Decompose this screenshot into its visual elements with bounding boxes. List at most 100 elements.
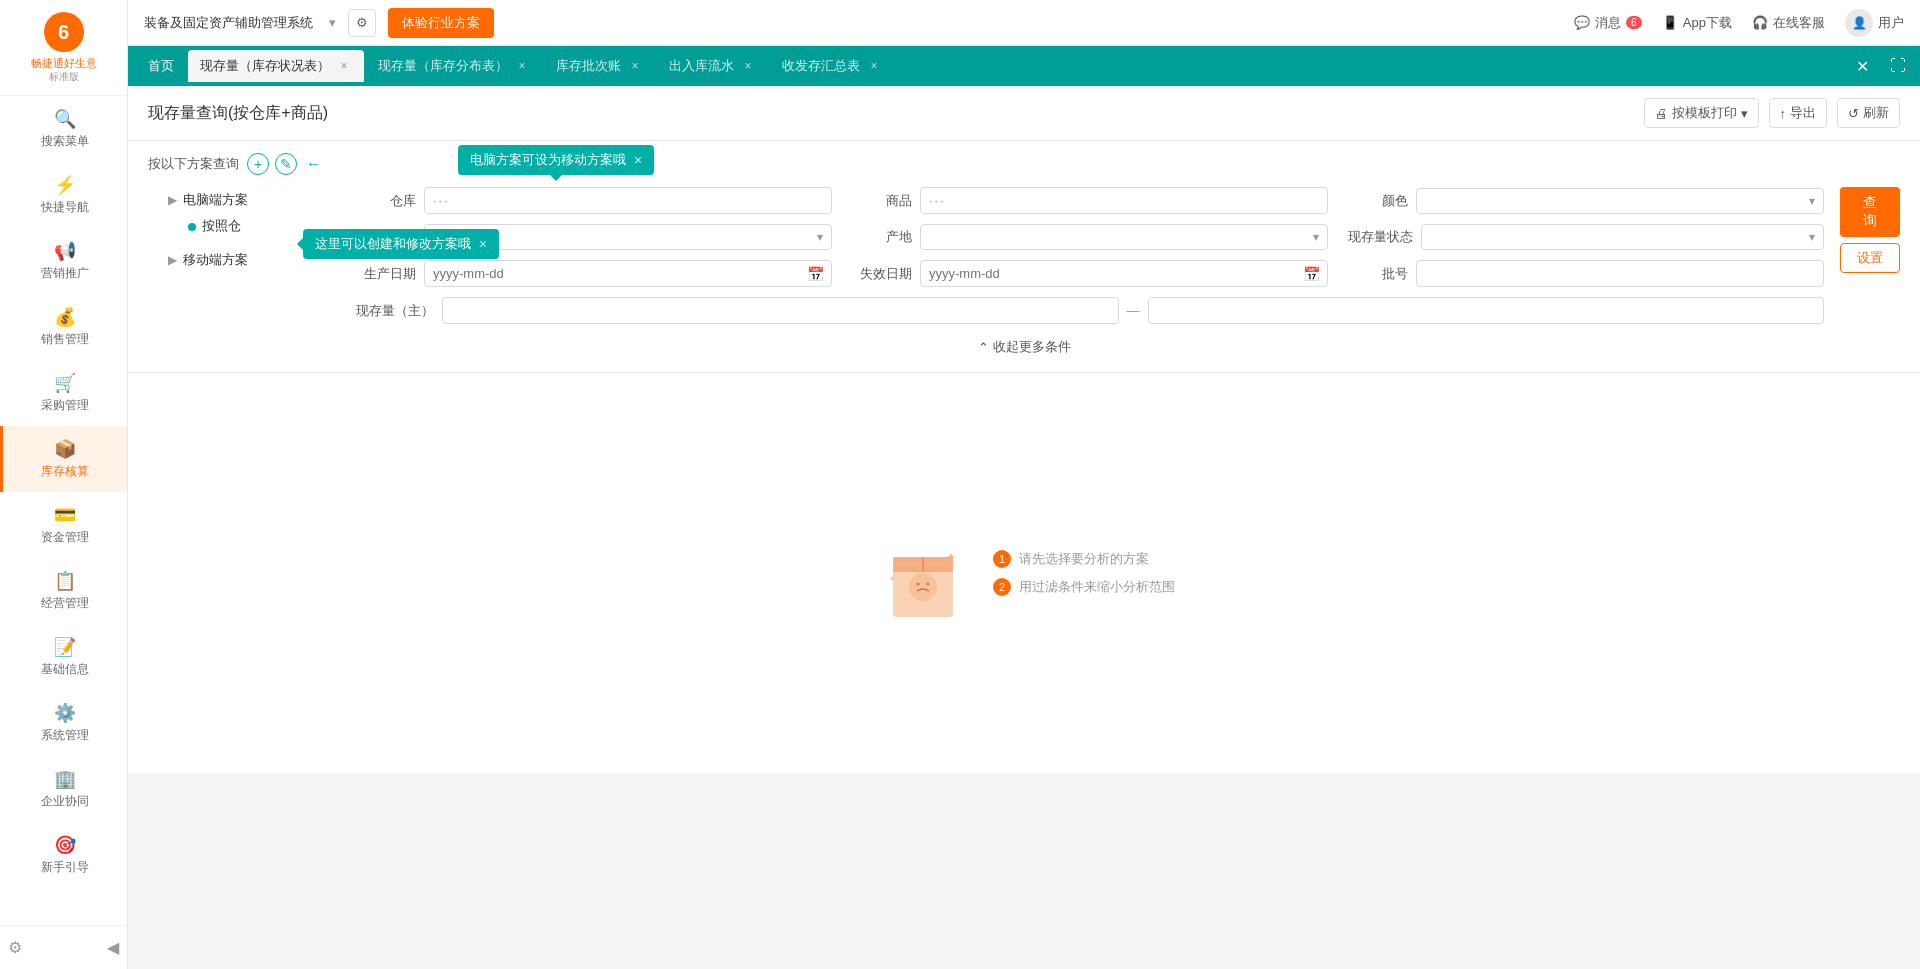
messages-badge: 6 <box>1626 16 1642 29</box>
collapse-filter-button[interactable]: ⌃ 收起更多条件 <box>148 330 1900 360</box>
sidebar-item-sales[interactable]: 💰 销售管理 <box>0 294 127 360</box>
logo-icon: 6 <box>44 12 84 52</box>
active-dot <box>188 223 196 231</box>
filter-button-col: 查询 设置 <box>1824 187 1900 273</box>
batch-no-label: 批号 <box>1348 265 1408 283</box>
expiry-date-calendar-icon[interactable]: 📅 <box>1303 266 1320 282</box>
sidebar-item-label: 资金管理 <box>41 529 89 546</box>
inventory-icon: 📦 <box>54 438 76 460</box>
search-icon: 🔍 <box>54 108 76 130</box>
sidebar-item-marketing[interactable]: 📢 营销推广 <box>0 228 127 294</box>
sidebar-bottom: ⚙ ◀ <box>0 925 127 969</box>
step-2-text: 用过滤条件来缩小分析范围 <box>1019 578 1175 596</box>
batch-no-input[interactable] <box>1416 260 1824 287</box>
sidebar-item-guide[interactable]: 🎯 新手引导 <box>0 822 127 888</box>
tab-inventory-status[interactable]: 现存量（库存状况表） × <box>188 50 364 82</box>
user-avatar: 👤 <box>1845 9 1873 37</box>
goods-label: 商品 <box>852 192 912 210</box>
origin-select[interactable]: ▾ <box>920 224 1328 250</box>
tooltip1-close[interactable]: × <box>634 152 642 168</box>
tab-inout-flow-label: 出入库流水 <box>669 57 734 75</box>
filter-expiry-date: 失效日期 📅 <box>852 260 1328 287</box>
gear-button[interactable]: ⚙ <box>348 9 376 37</box>
sidebar-item-operations[interactable]: 📋 经营管理 <box>0 558 127 624</box>
back-scheme-button[interactable]: ← <box>303 153 325 175</box>
sidebar-item-inventory[interactable]: 📦 库存核算 <box>0 426 127 492</box>
tab-inventory-dist-label: 现存量（库存分布表） <box>378 57 508 75</box>
filter-row-1: 仓库 ··· 商品 ··· <box>356 187 1824 214</box>
app-download-label: App下载 <box>1683 14 1732 32</box>
sidebar-item-label: 搜索菜单 <box>41 133 89 150</box>
top-header: 装备及固定资产辅助管理系统 ▾ ⚙ 体验行业方案 💬 消息 6 📱 App下载 … <box>128 0 1920 46</box>
app-download-item[interactable]: 📱 App下载 <box>1662 14 1732 32</box>
tab-inventory-dist-close[interactable]: × <box>514 58 530 74</box>
sidebar-item-system[interactable]: ⚙️ 系统管理 <box>0 690 127 756</box>
tab-close-all-icon[interactable]: ✕ <box>1848 52 1876 80</box>
collapse-sidebar-icon[interactable]: ◀ <box>107 938 119 957</box>
tab-inventory-status-label: 现存量（库存状况表） <box>200 57 330 75</box>
sidebar-item-purchase[interactable]: 🛒 采购管理 <box>0 360 127 426</box>
tab-bar-right: ✕ ⛶ <box>1848 52 1912 80</box>
tooltip-text-1: 电脑方案可设为移动方案哦 <box>470 151 626 169</box>
print-button[interactable]: 🖨 按模板打印 ▾ <box>1644 98 1759 128</box>
purchase-icon: 🛒 <box>54 372 76 394</box>
step-1-num: 1 <box>993 550 1011 568</box>
tab-inout-flow-close[interactable]: × <box>740 58 756 74</box>
export-button[interactable]: ↑ 导出 <box>1769 98 1828 128</box>
tab-inventory-status-close[interactable]: × <box>336 58 352 74</box>
sidebar-item-enterprise[interactable]: 🏢 企业协同 <box>0 756 127 822</box>
filter-color: 颜色 ▾ <box>1348 188 1824 214</box>
filter-origin: 产地 ▾ <box>852 224 1328 250</box>
empty-text: 1 请先选择要分析的方案 2 用过滤条件来缩小分析范围 <box>993 550 1175 596</box>
operations-icon: 📋 <box>54 570 76 592</box>
experience-button[interactable]: 体验行业方案 <box>388 8 494 38</box>
tab-inout-flow[interactable]: 出入库流水 × <box>657 50 768 82</box>
edit-scheme-button[interactable]: ✎ <box>275 153 297 175</box>
filter-goods: 商品 ··· <box>852 187 1328 214</box>
tab-home[interactable]: 首页 <box>136 50 186 82</box>
inventory-main-max[interactable] <box>1148 297 1825 324</box>
system-title-dropdown-icon[interactable]: ▾ <box>329 15 336 30</box>
color-select[interactable]: ▾ <box>1416 188 1824 214</box>
sidebar-item-quick-nav[interactable]: ⚡ 快捷导航 <box>0 162 127 228</box>
inv-status-dropdown-icon: ▾ <box>1809 230 1815 244</box>
sidebar-item-label: 库存核算 <box>41 463 89 480</box>
tab-inventory-batch[interactable]: 库存批次账 × <box>544 50 655 82</box>
settings-button[interactable]: 设置 <box>1840 243 1900 273</box>
warehouse-select[interactable]: ··· <box>424 187 832 214</box>
user-item[interactable]: 👤 用户 <box>1845 9 1904 37</box>
refresh-button[interactable]: ↺ 刷新 <box>1837 98 1900 128</box>
tab-inventory-batch-close[interactable]: × <box>627 58 643 74</box>
sidebar-item-search[interactable]: 🔍 搜索菜单 <box>0 96 127 162</box>
tab-receive-summary[interactable]: 收发存汇总表 × <box>770 50 894 82</box>
tooltip2-close[interactable]: × <box>479 236 487 252</box>
goods-select[interactable]: ··· <box>920 187 1328 214</box>
sidebar-item-basic-info[interactable]: 📝 基础信息 <box>0 624 127 690</box>
online-service-item[interactable]: 🎧 在线客服 <box>1752 14 1825 32</box>
empty-step-2: 2 用过滤条件来缩小分析范围 <box>993 578 1175 596</box>
scheme-tree-desktop[interactable]: ▶ 电脑端方案 <box>168 187 348 213</box>
range-dash: — <box>1127 303 1140 318</box>
basic-info-icon: 📝 <box>54 636 76 658</box>
message-icon: 💬 <box>1574 15 1590 30</box>
sidebar-item-label: 采购管理 <box>41 397 89 414</box>
marketing-icon: 📢 <box>54 240 76 262</box>
guide-icon: 🎯 <box>54 834 76 856</box>
production-date-calendar-icon[interactable]: 📅 <box>807 266 824 282</box>
production-date-wrapper: 📅 <box>424 260 832 287</box>
settings-bottom-icon[interactable]: ⚙ <box>8 938 22 957</box>
inventory-status-select[interactable]: ▾ <box>1421 224 1824 250</box>
tab-receive-summary-close[interactable]: × <box>866 58 882 74</box>
sidebar-item-label: 企业协同 <box>41 793 89 810</box>
tab-inventory-dist[interactable]: 现存量（库存分布表） × <box>366 50 542 82</box>
expiry-date-input[interactable] <box>920 260 1328 287</box>
add-scheme-button[interactable]: + <box>247 153 269 175</box>
warehouse-label: 仓库 <box>356 192 416 210</box>
production-date-input[interactable] <box>424 260 832 287</box>
messages-item[interactable]: 💬 消息 6 <box>1574 14 1642 32</box>
tab-fullscreen-icon[interactable]: ⛶ <box>1884 52 1912 80</box>
sidebar-item-asset[interactable]: 💳 资金管理 <box>0 492 127 558</box>
inventory-main-min[interactable] <box>442 297 1119 324</box>
print-icon: 🖨 <box>1655 106 1668 121</box>
query-button[interactable]: 查询 <box>1840 187 1900 237</box>
